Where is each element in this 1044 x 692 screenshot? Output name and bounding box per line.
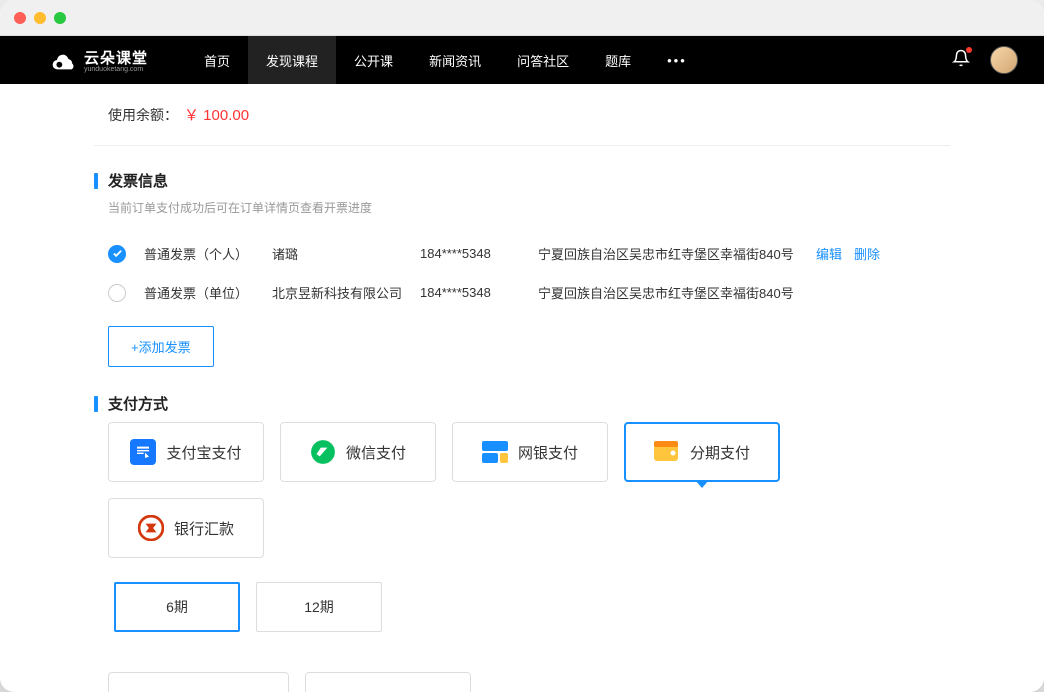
pay-label: 分期支付 — [690, 442, 750, 463]
invoice-subtitle: 当前订单支付成功后可在订单详情页查看开票进度 — [108, 199, 950, 216]
wechat-icon — [310, 439, 336, 465]
pay-label: 银行汇款 — [174, 518, 234, 539]
installment-terms: 6期 12期 — [114, 582, 950, 632]
pay-bank[interactable]: 银行汇款 — [108, 498, 264, 558]
nav-news[interactable]: 新闻资讯 — [411, 36, 499, 84]
payment-methods: 支付宝支付 微信支付 网银支付 — [108, 422, 950, 558]
invoice-type: 普通发票（个人） — [144, 244, 254, 263]
mac-titlebar — [0, 0, 1044, 36]
main-content: 使用余额： ￥ 100.00 发票信息 当前订单支付成功后可在订单详情页查看开票… — [0, 84, 1044, 692]
invoice-title: 发票信息 — [108, 170, 168, 191]
nav-bank[interactable]: 题库 — [587, 36, 649, 84]
radio-checked[interactable] — [108, 245, 126, 263]
bank-icon — [138, 515, 164, 541]
pay-wechat[interactable]: 微信支付 — [280, 422, 436, 482]
payment-title: 支付方式 — [108, 393, 168, 414]
payment-section: 支付方式 支付宝支付 微信支付 — [94, 393, 950, 692]
window-minimize[interactable] — [34, 12, 46, 24]
pay-label: 微信支付 — [346, 442, 406, 463]
transfer-wechat[interactable]: 微信个人转账 — [305, 672, 471, 692]
nav-home[interactable]: 首页 — [186, 36, 248, 84]
invoice-phone: 184****5348 — [420, 246, 520, 261]
balance-amount: ￥ 100.00 — [184, 104, 249, 125]
balance-row: 使用余额： ￥ 100.00 — [94, 84, 950, 146]
invoice-actions: 编辑 删除 — [816, 244, 880, 263]
brand-logo[interactable]: 云朵课堂 yunduoketang.com — [50, 46, 148, 74]
invoice-addr: 宁夏回族自治区吴忠市红寺堡区幸福街840号 — [538, 283, 798, 302]
cloud-icon — [50, 46, 78, 74]
invoice-section: 发票信息 当前订单支付成功后可在订单详情页查看开票进度 普通发票（个人） 诸璐 … — [94, 170, 950, 367]
brand-sub: yunduoketang.com — [84, 66, 148, 73]
unionpay-icon — [482, 439, 508, 465]
brand-name: 云朵课堂 — [84, 50, 148, 67]
edit-link[interactable]: 编辑 — [816, 244, 842, 263]
transfer-alipay[interactable]: 支付宝个人转账 — [108, 672, 289, 692]
pay-installment[interactable]: 分期支付 — [624, 422, 780, 482]
term-6[interactable]: 6期 — [114, 582, 240, 632]
section-bar-icon — [94, 396, 98, 412]
notifications-icon[interactable] — [952, 49, 970, 72]
radio-unchecked[interactable] — [108, 284, 126, 302]
invoice-row-company[interactable]: 普通发票（单位） 北京昱新科技有限公司 184****5348 宁夏回族自治区吴… — [94, 273, 950, 312]
transfer-methods: 支付宝个人转账 微信个人转账 — [108, 672, 950, 692]
pay-alipay[interactable]: 支付宝支付 — [108, 422, 264, 482]
nav-links: 首页 发现课程 公开课 新闻资讯 问答社区 题库 ••• — [186, 36, 705, 84]
balance-label: 使用余额： — [108, 105, 178, 125]
invoice-name: 诸璐 — [272, 244, 402, 263]
pay-unionpay[interactable]: 网银支付 — [452, 422, 608, 482]
nav-discover[interactable]: 发现课程 — [248, 36, 336, 84]
nav-public[interactable]: 公开课 — [336, 36, 411, 84]
section-header: 发票信息 — [94, 170, 950, 191]
invoice-addr: 宁夏回族自治区吴忠市红寺堡区幸福街840号 — [538, 244, 798, 263]
invoice-phone: 184****5348 — [420, 285, 520, 300]
nav-more[interactable]: ••• — [649, 36, 705, 84]
nav-right — [952, 46, 1018, 74]
invoice-type: 普通发票（单位） — [144, 283, 254, 302]
wallet-icon — [654, 439, 680, 465]
notification-dot — [966, 47, 972, 53]
nav-qa[interactable]: 问答社区 — [499, 36, 587, 84]
window-maximize[interactable] — [54, 12, 66, 24]
delete-link[interactable]: 删除 — [854, 244, 880, 263]
pay-label: 网银支付 — [518, 442, 578, 463]
section-bar-icon — [94, 173, 98, 189]
invoice-name: 北京昱新科技有限公司 — [272, 283, 402, 302]
pay-label: 支付宝支付 — [166, 442, 241, 463]
alipay-icon — [130, 439, 156, 465]
section-header: 支付方式 — [94, 393, 950, 414]
app-window: 云朵课堂 yunduoketang.com 首页 发现课程 公开课 新闻资讯 问… — [0, 0, 1044, 692]
term-12[interactable]: 12期 — [256, 582, 382, 632]
invoice-row-personal[interactable]: 普通发票（个人） 诸璐 184****5348 宁夏回族自治区吴忠市红寺堡区幸福… — [94, 234, 950, 273]
window-close[interactable] — [14, 12, 26, 24]
add-invoice-button[interactable]: +添加发票 — [108, 326, 214, 367]
top-nav: 云朵课堂 yunduoketang.com 首页 发现课程 公开课 新闻资讯 问… — [0, 36, 1044, 84]
avatar[interactable] — [990, 46, 1018, 74]
